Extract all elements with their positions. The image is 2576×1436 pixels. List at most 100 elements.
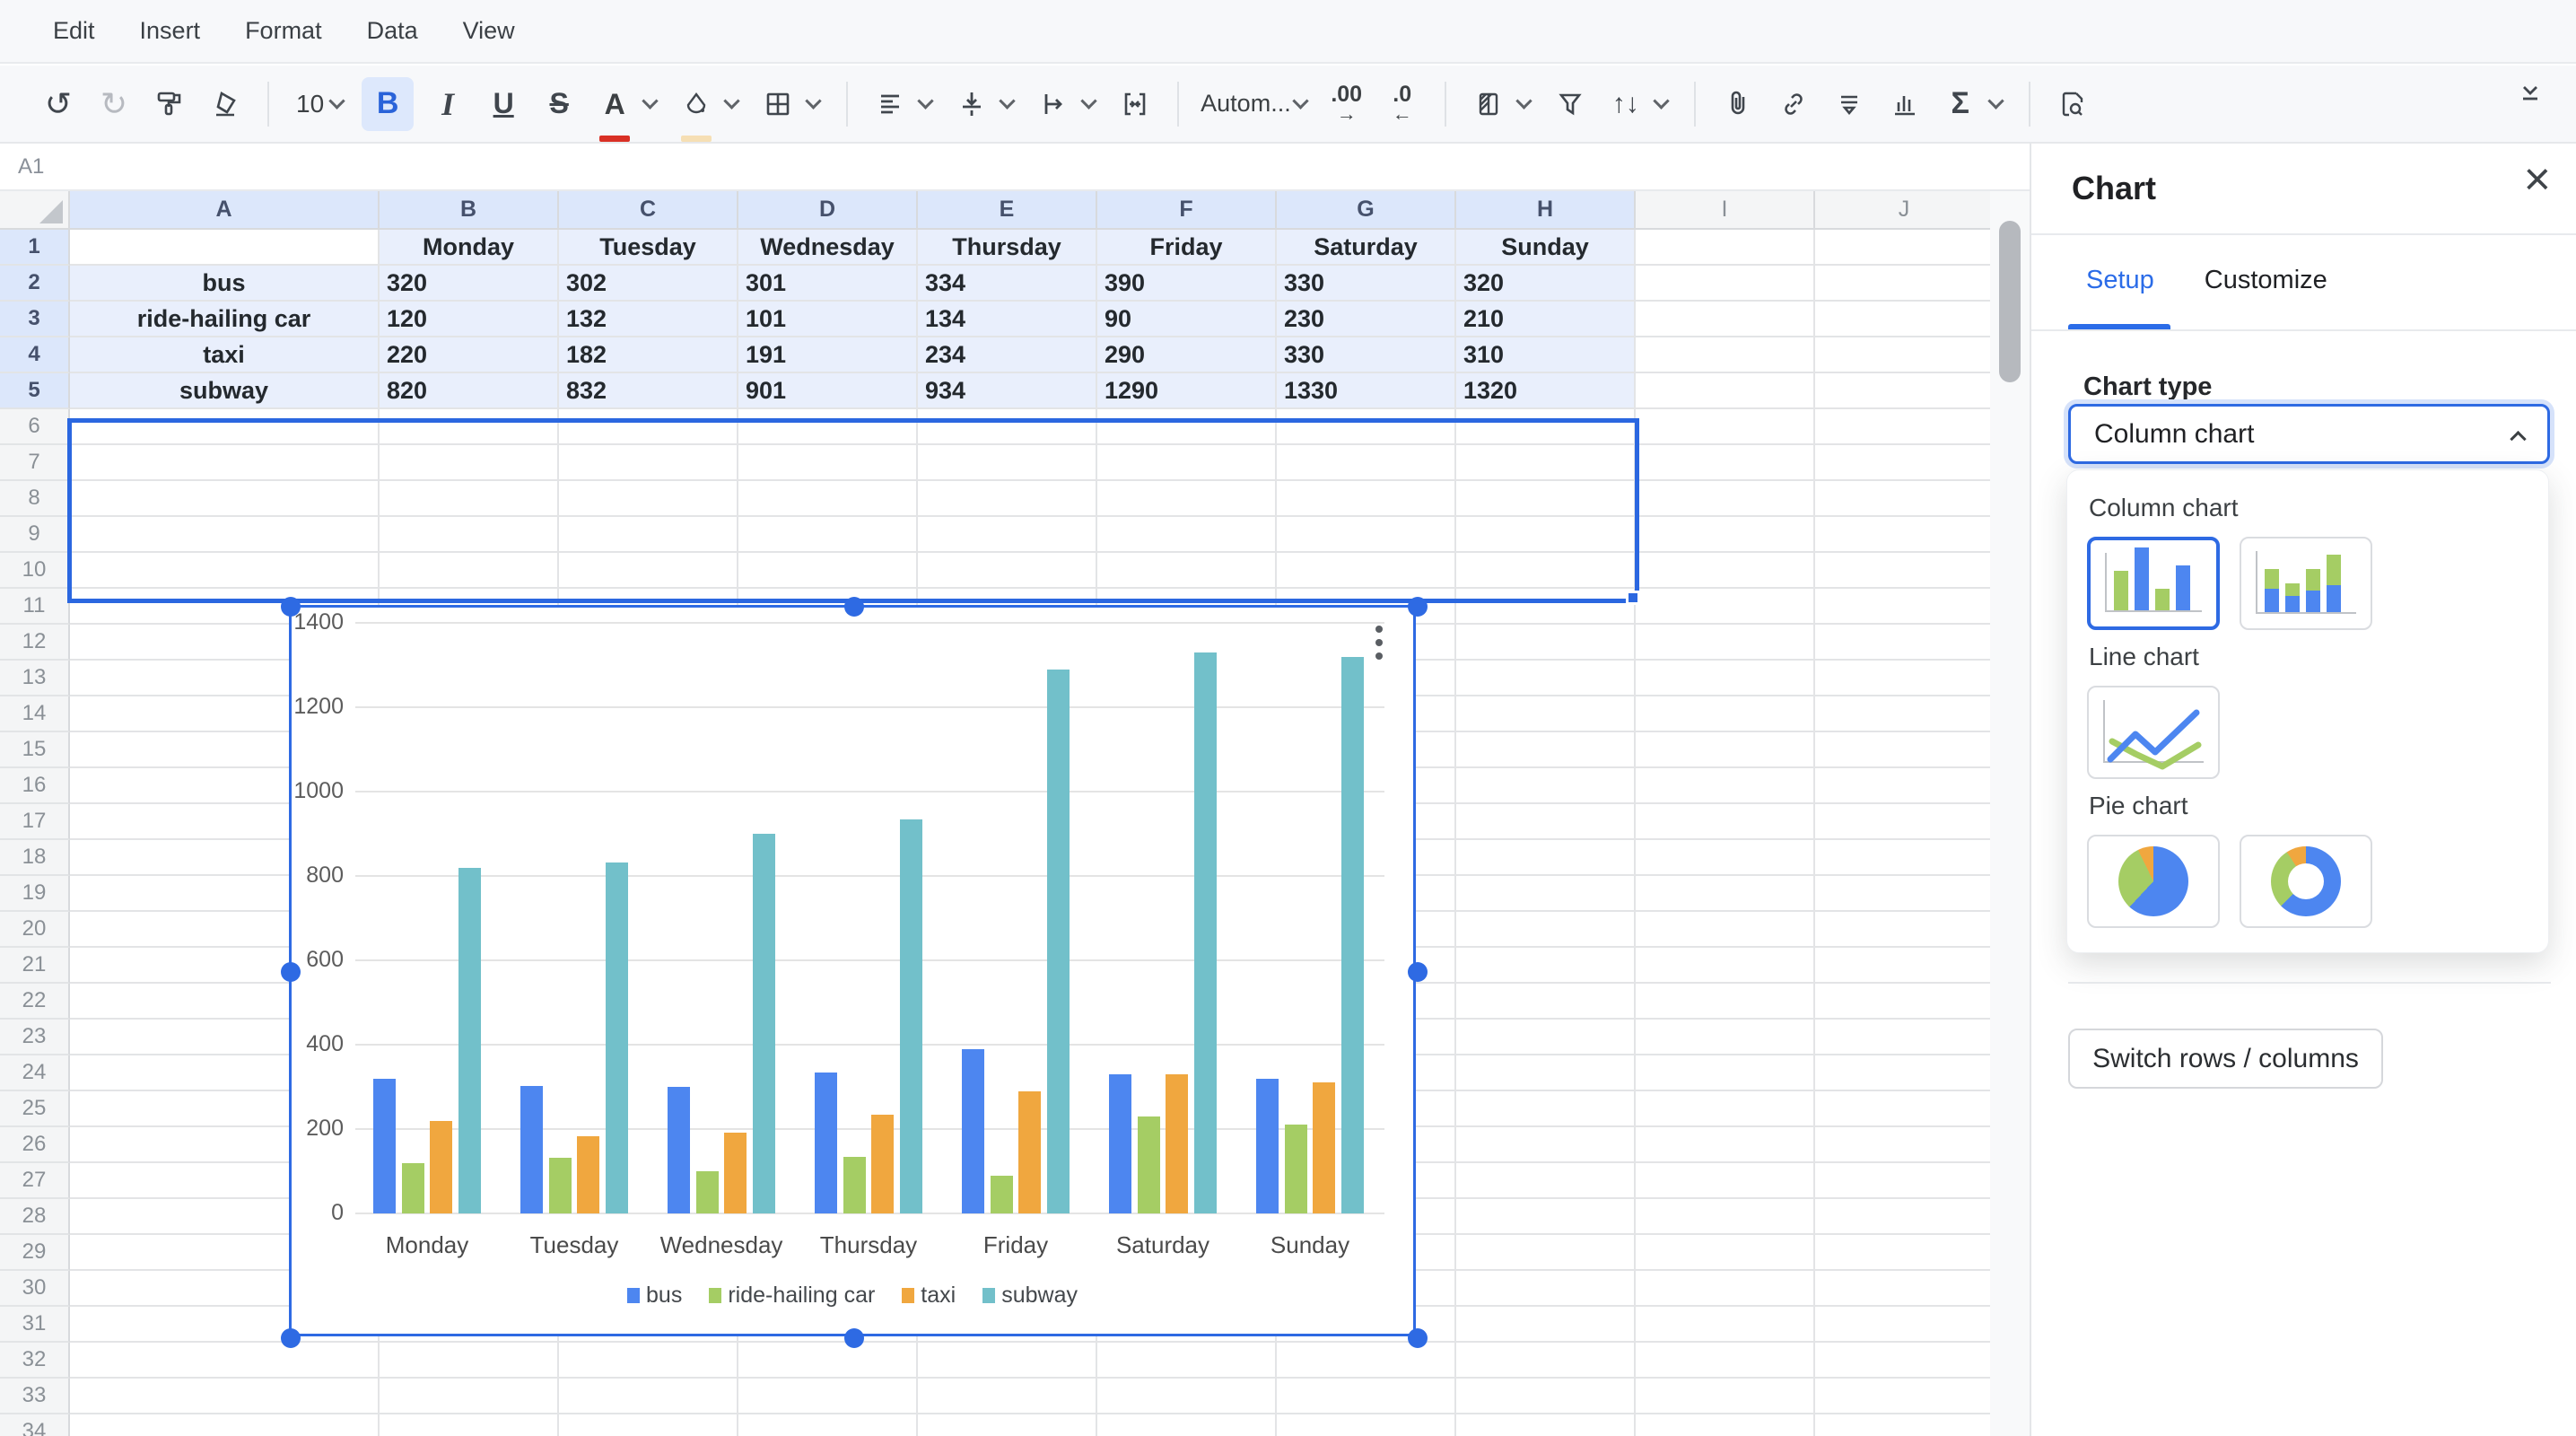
column-header-j[interactable]: J [1815, 191, 1995, 230]
cell[interactable] [380, 553, 559, 589]
cell[interactable] [918, 1343, 1097, 1379]
row-header-8[interactable]: 8 [0, 481, 70, 517]
cell[interactable] [1815, 1414, 1995, 1436]
cell[interactable] [1815, 481, 1995, 517]
menu-item-data[interactable]: Data [367, 17, 418, 45]
row-header-14[interactable]: 14 [0, 696, 70, 732]
row-header-32[interactable]: 32 [0, 1343, 70, 1379]
decrease-decimal-icon[interactable]: .0 ← [1381, 77, 1424, 131]
cell[interactable]: 134 [918, 302, 1097, 337]
cell[interactable]: Thursday [918, 230, 1097, 266]
cell[interactable] [1815, 517, 1995, 553]
row-header-23[interactable]: 23 [0, 1020, 70, 1055]
column-header-a[interactable]: A [70, 191, 380, 230]
text-color-chevron-icon[interactable] [642, 92, 659, 109]
cell[interactable] [918, 445, 1097, 481]
vertical-scrollbar[interactable] [1999, 221, 2021, 382]
row-header-27[interactable]: 27 [0, 1163, 70, 1199]
cell[interactable]: 132 [559, 302, 738, 337]
cell[interactable] [738, 553, 918, 589]
cell[interactable]: 302 [559, 266, 738, 302]
row-header-24[interactable]: 24 [0, 1055, 70, 1091]
cell[interactable]: subway [70, 373, 380, 409]
cell[interactable] [918, 553, 1097, 589]
cell[interactable]: 1320 [1456, 373, 1636, 409]
selection-handle[interactable] [1408, 962, 1428, 982]
cell[interactable]: 290 [1097, 337, 1277, 373]
cell[interactable] [1097, 1379, 1277, 1414]
cell[interactable] [1456, 1091, 1636, 1127]
cell[interactable] [1815, 840, 1995, 876]
chart-type-option-pie[interactable] [2087, 835, 2220, 928]
borders-chevron-icon[interactable] [805, 92, 822, 109]
cell[interactable] [1636, 337, 1815, 373]
cell[interactable] [1815, 912, 1995, 948]
cell[interactable]: 234 [918, 337, 1097, 373]
cell[interactable] [1815, 1055, 1995, 1091]
name-box[interactable]: A1 [0, 154, 44, 180]
column-header-e[interactable]: E [918, 191, 1097, 230]
selection-handle[interactable] [844, 1328, 864, 1348]
cell[interactable] [1815, 696, 1995, 732]
cell[interactable] [559, 409, 738, 445]
cell[interactable] [1456, 768, 1636, 804]
cell[interactable] [1456, 1199, 1636, 1235]
row-header-11[interactable]: 11 [0, 589, 70, 625]
cell[interactable] [1456, 553, 1636, 589]
cell[interactable] [1815, 589, 1995, 625]
chart-type-option-column-stacked[interactable] [2240, 537, 2372, 630]
undo-icon[interactable]: ↺ [37, 77, 80, 131]
cell[interactable] [738, 517, 918, 553]
cell[interactable] [70, 1343, 380, 1379]
cell-style-button[interactable] [1467, 77, 1510, 131]
cell[interactable] [1636, 625, 1815, 661]
cell[interactable] [918, 1414, 1097, 1436]
row-header-9[interactable]: 9 [0, 517, 70, 553]
cell[interactable] [1636, 1091, 1815, 1127]
cell[interactable] [380, 1414, 559, 1436]
cell[interactable] [1097, 517, 1277, 553]
cell[interactable] [1636, 1163, 1815, 1199]
cell[interactable] [1815, 768, 1995, 804]
fill-color-button[interactable] [675, 77, 718, 142]
column-header-b[interactable]: B [380, 191, 559, 230]
row-header-34[interactable]: 34 [0, 1414, 70, 1436]
cell[interactable] [1815, 1127, 1995, 1163]
cell[interactable] [1277, 445, 1456, 481]
cell[interactable] [1636, 948, 1815, 984]
cell[interactable] [1815, 804, 1995, 840]
cell[interactable] [1277, 553, 1456, 589]
cell[interactable] [1456, 1307, 1636, 1343]
cell[interactable] [1636, 1235, 1815, 1271]
cell[interactable] [70, 230, 380, 266]
cell[interactable] [1636, 984, 1815, 1020]
cell[interactable] [1815, 266, 1995, 302]
cell[interactable]: 90 [1097, 302, 1277, 337]
text-rotation-button[interactable] [1032, 77, 1075, 131]
cell[interactable] [1097, 1414, 1277, 1436]
cell[interactable] [1277, 1343, 1456, 1379]
cell[interactable] [1636, 696, 1815, 732]
cell[interactable]: 832 [559, 373, 738, 409]
cell[interactable] [1636, 876, 1815, 912]
format-painter-icon[interactable] [148, 77, 191, 131]
cell[interactable]: 334 [918, 266, 1097, 302]
cell[interactable] [1636, 840, 1815, 876]
cell[interactable] [1456, 589, 1636, 625]
number-format-value[interactable]: Autom... [1193, 90, 1293, 118]
cell[interactable] [1815, 1163, 1995, 1199]
cell[interactable] [1277, 481, 1456, 517]
selection-handle[interactable] [844, 597, 864, 617]
row-header-20[interactable]: 20 [0, 912, 70, 948]
cell[interactable] [1636, 732, 1815, 768]
row-header-33[interactable]: 33 [0, 1379, 70, 1414]
bold-button[interactable]: B [362, 76, 415, 131]
cell[interactable] [1456, 1414, 1636, 1436]
print-preview-icon[interactable] [2051, 77, 2094, 131]
row-header-3[interactable]: 3 [0, 302, 70, 337]
row-header-12[interactable]: 12 [0, 625, 70, 661]
cell[interactable]: 210 [1456, 302, 1636, 337]
italic-button[interactable]: I [426, 77, 469, 131]
cell[interactable] [1636, 373, 1815, 409]
cell[interactable] [1815, 230, 1995, 266]
